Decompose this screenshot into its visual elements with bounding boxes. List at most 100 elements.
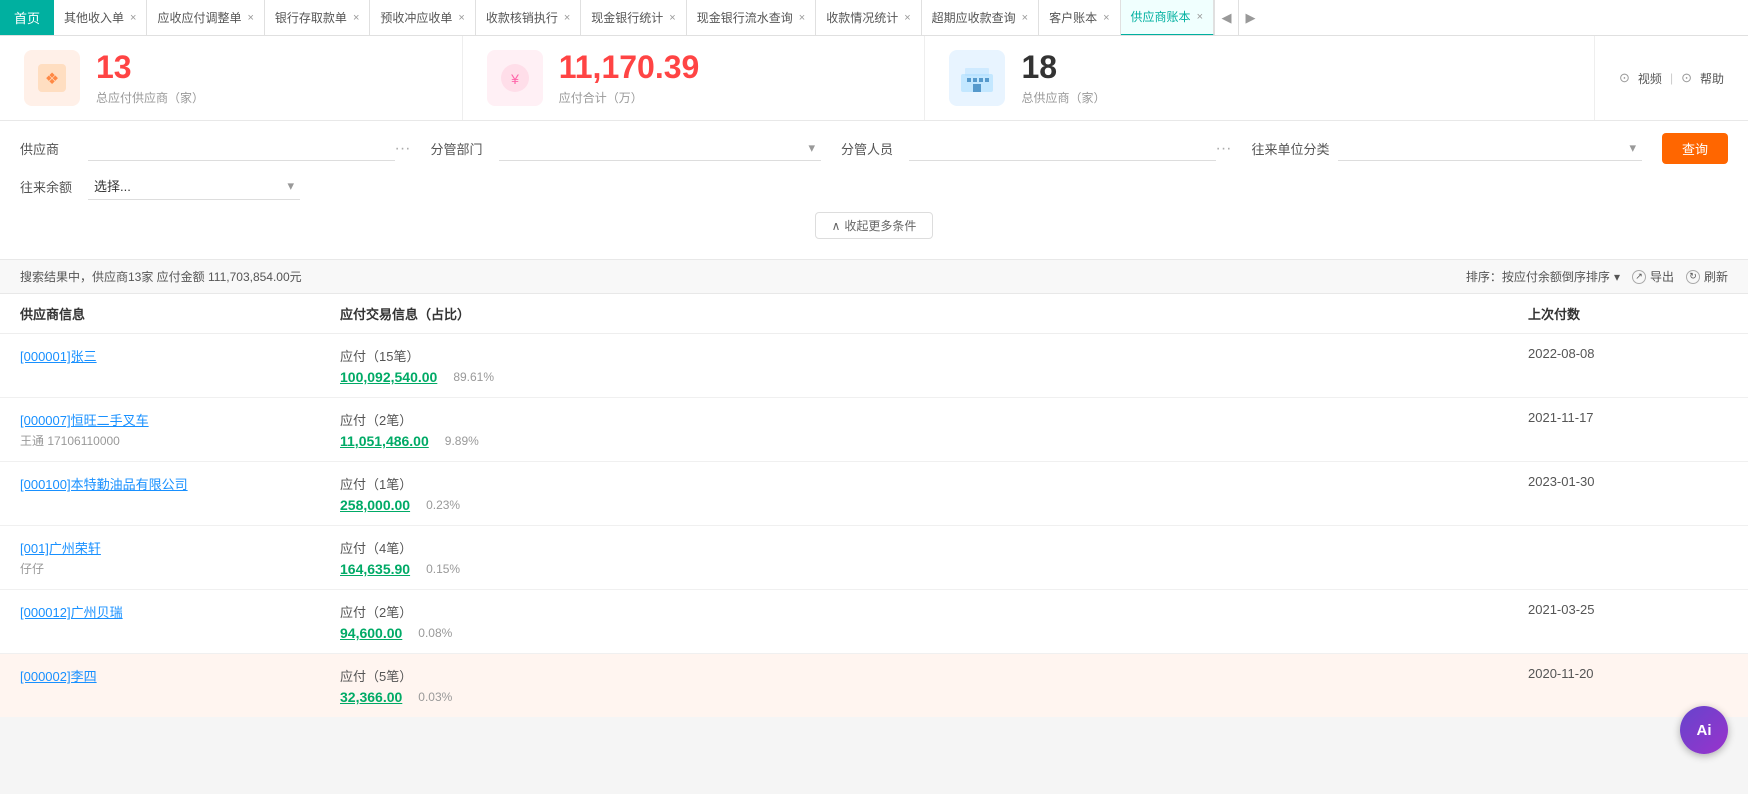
supplier-link[interactable]: [000001]张三 [20,346,340,365]
tx-amount[interactable]: 164,635.90 [340,561,410,577]
tab-close-icon[interactable]: × [353,12,359,24]
nav-tab-8[interactable]: 现金银行统计 × [581,0,686,36]
dept-filter-select[interactable]: ▾ [499,136,822,161]
card-info-payable-total: 11,170.39 应付合计（万） [559,50,700,106]
nav-next-arrow[interactable]: ▶ [1238,0,1262,36]
collapse-button[interactable]: ∧ 收起更多条件 [815,212,934,239]
tab-close-icon[interactable]: × [458,12,464,24]
tab-close-icon[interactable]: × [1022,12,1028,24]
svg-text:❖: ❖ [45,71,59,88]
tx-amount[interactable]: 94,600.00 [340,625,402,641]
tx-amount[interactable]: 100,092,540.00 [340,369,437,385]
category-select-arrow: ▾ [1629,140,1636,156]
tab-close-icon[interactable]: × [564,12,570,24]
balance-filter-select[interactable]: 选择... ▾ [88,172,300,200]
supplier-info-cell: [001]广州荣轩 仔仔 [20,538,340,577]
tab-label: 收款情况统计 [826,9,898,26]
video-link[interactable]: 视频 [1638,70,1662,87]
tx-percent: 0.08% [418,626,452,640]
filter-dept: 分管部门 ▾ [431,136,822,161]
export-button[interactable]: ↗ 导出 [1632,268,1674,285]
nav-tab-12[interactable]: 客户账本 × [1039,0,1120,36]
nav-tab-supplier-ledger[interactable]: 供应商账本 × [1121,0,1214,36]
nav-tab-3[interactable]: 其他收入单 × [54,0,147,36]
nav-tab-10[interactable]: 收款情况统计 × [816,0,921,36]
supplier-link[interactable]: [001]广州荣轩 [20,538,340,557]
nav-tab-9[interactable]: 现金银行流水查询 × [687,0,816,36]
last-pay-date: 2023-01-30 [1528,474,1595,489]
search-button[interactable]: 查询 [1662,133,1728,164]
tx-percent: 89.61% [453,370,494,384]
tx-row: 258,000.00 0.23% [340,497,1528,513]
tab-label: 银行存取款单 [275,9,347,26]
supplier-info-cell: [000002]李四 [20,666,340,685]
tab-label: 客户账本 [1049,9,1097,26]
tx-amount[interactable]: 11,051,486.00 [340,433,429,449]
last-pay-date: 2021-11-17 [1528,410,1594,425]
tab-close-icon[interactable]: × [1103,12,1109,24]
results-bar: 搜索结果中，供应商13家 应付金额 111,703,854.00元 排序：按应付… [0,260,1748,294]
tx-label: 应付（15笔） [340,346,1528,365]
nav-tab-home[interactable]: 首页 [0,0,54,36]
tx-amount[interactable]: 258,000.00 [340,497,410,513]
supplier-link[interactable]: [000100]本特勤油品有限公司 [20,474,340,493]
refresh-button[interactable]: ↻ 刷新 [1686,268,1728,285]
category-filter-select[interactable]: ▾ [1338,136,1642,161]
filter-section: 供应商 ··· 分管部门 ▾ 分管人员 ··· 往来单位分类 ▾ 查询 [0,121,1748,260]
supplier-filter-dots[interactable]: ··· [395,140,411,158]
nav-tab-5[interactable]: 银行存取款单 × [265,0,370,36]
table-row: [000002]李四 应付（5笔） 32,366.00 0.03% 2020-1… [0,654,1748,717]
nav-tab-7[interactable]: 收款核销执行 × [476,0,581,36]
nav-tab-11[interactable]: 超期应收款查询 × [922,0,1039,36]
card-info-payable-suppliers: 13 总应付供应商（家） [96,50,204,106]
supplier-filter-input[interactable] [88,137,395,161]
tab-close-icon[interactable]: × [130,12,136,24]
tab-label: 应收应付调整单 [157,9,241,26]
tx-label: 应付（1笔） [340,474,1528,493]
lastpay-cell: 2021-11-17 [1528,410,1728,425]
sort-control[interactable]: 排序：按应付余额倒序排序 ▾ [1466,268,1620,285]
tab-close-icon[interactable]: × [904,12,910,24]
nav-prev-arrow[interactable]: ◀ [1214,0,1238,36]
nav-tab-4[interactable]: 应收应付调整单 × [147,0,264,36]
balance-filter-label: 往来余额 [20,177,80,196]
last-pay-date: 2022-08-08 [1528,346,1595,361]
ai-assistant-button[interactable]: Ai [1680,706,1728,754]
transaction-info-cell: 应付（2笔） 11,051,486.00 9.89% [340,410,1528,449]
tab-label: 预收冲应收单 [380,9,452,26]
dept-filter-label: 分管部门 [431,139,491,158]
tx-amount[interactable]: 32,366.00 [340,689,402,705]
filter-row-1: 供应商 ··· 分管部门 ▾ 分管人员 ··· 往来单位分类 ▾ 查询 [20,133,1728,164]
supplier-info-cell: [000100]本特勤油品有限公司 [20,474,340,493]
tab-close-icon[interactable]: × [669,12,675,24]
table-row: [000100]本特勤油品有限公司 应付（1笔） 258,000.00 0.23… [0,462,1748,526]
results-right-controls: 排序：按应付余额倒序排序 ▾ ↗ 导出 ↻ 刷新 [1466,268,1728,285]
supplier-info-cell: [000001]张三 [20,346,340,365]
tab-close-icon[interactable]: × [247,12,253,24]
card-icon-total-suppliers [949,50,1005,106]
tab-close-icon[interactable]: × [799,12,805,24]
card-icon-payable-total: ¥ [487,50,543,106]
person-filter-dots[interactable]: ··· [1216,140,1232,158]
col-header-transaction: 应付交易信息（占比） [340,304,1528,323]
top-navigation: 首页 其他收入单 × 应收应付调整单 × 银行存取款单 × 预收冲应收单 × 收… [0,0,1748,36]
category-filter-label: 往来单位分类 [1252,139,1330,158]
supplier-link[interactable]: [000002]李四 [20,666,340,685]
tab-close-icon[interactable]: × [1197,11,1203,23]
filter-supplier: 供应商 ··· [20,137,411,161]
lastpay-cell: 2023-01-30 [1528,474,1728,489]
lastpay-cell: 2020-11-20 [1528,666,1728,681]
collapse-up-icon: ∧ [832,219,841,233]
supplier-link[interactable]: [000012]广州贝瑞 [20,602,340,621]
export-label: 导出 [1650,268,1674,285]
nav-tab-6[interactable]: 预收冲应收单 × [370,0,475,36]
tx-row: 100,092,540.00 89.61% [340,369,1528,385]
tx-percent: 0.15% [426,562,460,576]
supplier-link[interactable]: [000007]恒旺二手叉车 [20,410,340,429]
tx-label: 应付（4笔） [340,538,1528,557]
person-filter-input[interactable] [909,137,1216,161]
help-link[interactable]: 帮助 [1700,70,1724,87]
card-icon-payable-suppliers: ❖ [24,50,80,106]
col-header-lastpay: 上次付数 [1528,304,1728,323]
col-header-supplier: 供应商信息 [20,304,340,323]
